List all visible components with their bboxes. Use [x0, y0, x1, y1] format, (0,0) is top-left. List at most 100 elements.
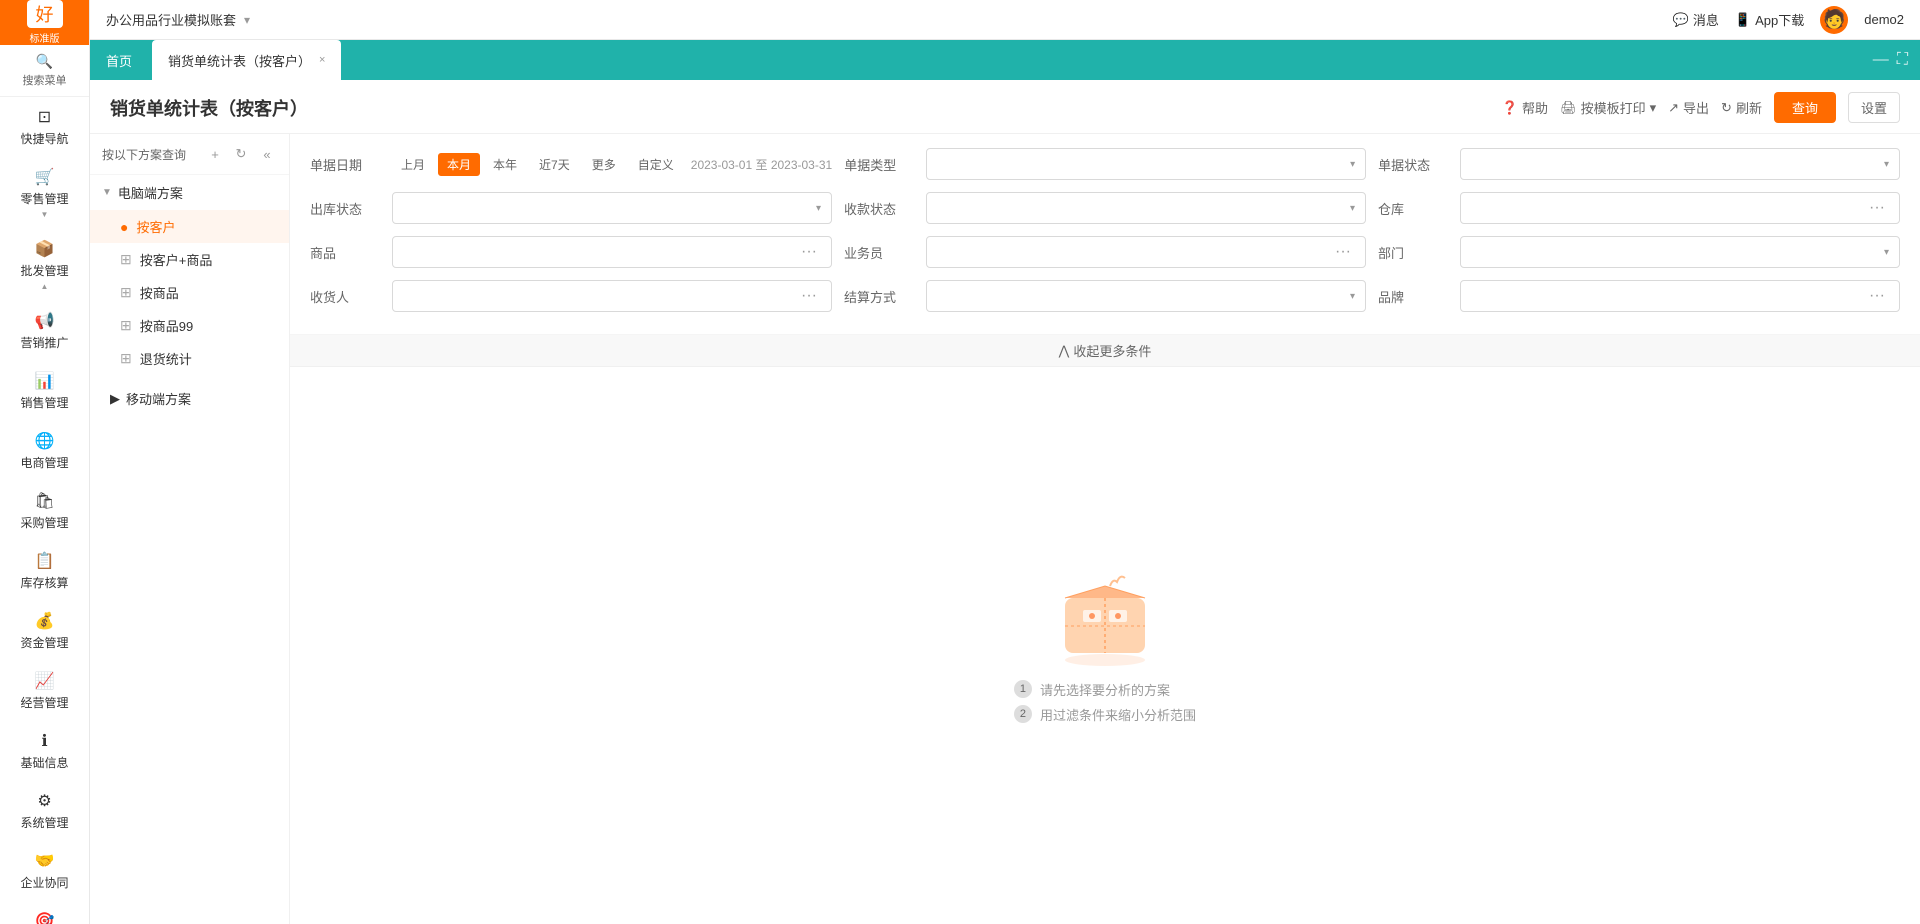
collapse-up-icon: ⋀ [1059, 343, 1070, 359]
sidebar-item-ecommerce[interactable]: 🌐 电商管理 [0, 421, 89, 481]
retail-arrow-icon: ▼ [41, 210, 49, 219]
sidebar-item-new-guide[interactable]: 🎯 新手引导 [0, 901, 89, 924]
tip-1-number: 1 [1014, 680, 1032, 698]
add-scheme-button[interactable]: + [205, 144, 225, 164]
sidebar-item-sales[interactable]: 📊 销售管理 [0, 361, 89, 421]
enterprise-label: 企业协同 [20, 874, 68, 891]
left-panel: 按以下方案查询 + ↻ « ▼ 电脑端方案 ● 按客户 [90, 134, 290, 924]
mobile-group-label: 移动端方案 [126, 389, 191, 408]
help-button[interactable]: ❓ 帮助 [1502, 98, 1548, 117]
bill-type-input[interactable]: ▾ [926, 148, 1366, 180]
export-icon: ↗ [1668, 100, 1679, 116]
collapse-bar[interactable]: ⋀ 收起更多条件 [290, 335, 1920, 367]
department-label: 部门 [1378, 243, 1448, 262]
empty-tip-1: 1 请先选择要分析的方案 [1014, 680, 1196, 699]
tip-2-text: 用过滤条件来缩小分析范围 [1040, 705, 1196, 724]
retail-icon: 🛒 [35, 167, 55, 187]
bill-status-input[interactable]: ▾ [1460, 148, 1900, 180]
empty-illustration [1045, 568, 1165, 668]
main-area: 办公用品行业模拟账套 ▾ 💬 消息 📱 App下载 🧑 demo2 首页 销货单… [90, 0, 1920, 924]
query-button[interactable]: 查询 [1774, 92, 1836, 123]
tab-close-icon[interactable]: × [319, 54, 325, 66]
template-print-button[interactable]: 🖨 按模板打印 ▾ [1560, 98, 1656, 117]
receiver-label: 收货人 [310, 287, 380, 306]
sidebar-item-quick-nav[interactable]: ⊡ 快捷导航 [0, 97, 89, 157]
by-goods-99-icon: ⊞ [120, 317, 132, 334]
salesperson-input[interactable]: ··· [926, 236, 1366, 268]
template-print-label: 按模板打印 [1581, 98, 1646, 117]
sidebar-item-basic-info[interactable]: ℹ 基础信息 [0, 721, 89, 781]
user-avatar[interactable]: 🧑 [1820, 6, 1848, 34]
sidebar-item-purchase[interactable]: 🛍 采购管理 [0, 481, 89, 541]
app-download-button[interactable]: 📱 App下载 [1735, 10, 1804, 29]
goods-input[interactable]: ··· [392, 236, 832, 268]
receiver-input[interactable]: ··· [392, 280, 832, 312]
message-icon: 💬 [1673, 12, 1689, 28]
date-btn-last-month[interactable]: 上月 [392, 153, 434, 176]
tabbar-maximize-icon[interactable]: ⛶ [1897, 51, 1908, 69]
purchase-icon: 🛍 [34, 491, 54, 511]
bill-type-label: 单据类型 [844, 155, 914, 174]
sidebar-item-operations[interactable]: 📈 经营管理 [0, 661, 89, 721]
desktop-group-header[interactable]: ▼ 电脑端方案 [90, 175, 289, 210]
sidebar-item-finance[interactable]: 💰 资金管理 [0, 601, 89, 661]
page-actions: ❓ 帮助 🖨 按模板打印 ▾ ↗ 导出 ↻ 刷新 查询 设置 [1502, 92, 1900, 123]
logo-icon: 好 [27, 0, 63, 28]
collect-status-arrow-icon: ▾ [1350, 203, 1355, 214]
refresh-scheme-button[interactable]: ↻ [231, 144, 251, 164]
sidebar-item-search[interactable]: 🔍 搜索菜单 [0, 45, 89, 97]
date-btn-custom[interactable]: 自定义 [629, 153, 683, 176]
refresh-button[interactable]: ↻ 刷新 [1721, 98, 1762, 117]
marketing-icon: 📢 [35, 311, 55, 331]
date-range-display: 2023-03-01 至 2023-03-31 [691, 156, 832, 173]
message-label: 消息 [1693, 10, 1719, 29]
receiver-dots-icon[interactable]: ··· [797, 287, 821, 305]
tab-home[interactable]: 首页 [90, 40, 148, 80]
settlement-label: 结算方式 [844, 287, 914, 306]
export-button[interactable]: ↗ 导出 [1668, 98, 1709, 117]
out-status-input[interactable]: ▾ [392, 192, 832, 224]
goods-dots-icon[interactable]: ··· [797, 243, 821, 261]
warehouse-dots-icon[interactable]: ··· [1865, 199, 1889, 217]
warehouse-input[interactable]: ··· [1460, 192, 1900, 224]
scheme-item-by-goods[interactable]: ⊞ 按商品 [90, 276, 289, 309]
message-button[interactable]: 💬 消息 [1673, 10, 1719, 29]
sidebar-item-wholesale[interactable]: 📦 批发管理 ▲ [0, 229, 89, 301]
sidebar-item-retail[interactable]: 🛒 零售管理 ▼ [0, 157, 89, 229]
tabbar-minimize-icon[interactable]: — [1873, 51, 1889, 69]
brand-dots-icon[interactable]: ··· [1865, 287, 1889, 305]
app-download-label: App下载 [1755, 10, 1804, 29]
date-btn-more[interactable]: 更多 [583, 153, 625, 176]
brand-input[interactable]: ··· [1460, 280, 1900, 312]
salesperson-dots-icon[interactable]: ··· [1331, 243, 1355, 261]
left-panel-title: 按以下方案查询 [102, 146, 199, 163]
app-logo[interactable]: 好 标准版 [0, 0, 90, 45]
sidebar-item-marketing[interactable]: 📢 营销推广 [0, 301, 89, 361]
tab-active[interactable]: 销货单统计表（按客户） × [152, 40, 341, 80]
settlement-input[interactable]: ▾ [926, 280, 1366, 312]
date-btn-last-7-days[interactable]: 近7天 [530, 153, 579, 176]
user-name[interactable]: demo2 [1864, 12, 1904, 27]
sidebar-item-system[interactable]: ⚙ 系统管理 [0, 781, 89, 841]
settings-button[interactable]: 设置 [1848, 92, 1900, 123]
empty-tip-2: 2 用过滤条件来缩小分析范围 [1014, 705, 1196, 724]
date-btn-current-year[interactable]: 本年 [484, 153, 526, 176]
inventory-icon: 📋 [35, 551, 55, 571]
sidebar-item-inventory[interactable]: 📋 库存核算 [0, 541, 89, 601]
scheme-item-by-customer[interactable]: ● 按客户 [90, 210, 289, 243]
sidebar-item-enterprise[interactable]: 🤝 企业协同 [0, 841, 89, 901]
mobile-group-header[interactable]: ▶ 移动端方案 [90, 383, 289, 414]
ecommerce-icon: 🌐 [35, 431, 55, 451]
scheme-item-return-stats[interactable]: ⊞ 退货统计 [90, 342, 289, 375]
date-btn-current-month[interactable]: 本月 [438, 153, 480, 176]
topbar: 办公用品行业模拟账套 ▾ 💬 消息 📱 App下载 🧑 demo2 [90, 0, 1920, 40]
collect-status-input[interactable]: ▾ [926, 192, 1366, 224]
operations-label: 经营管理 [20, 694, 68, 711]
department-input[interactable]: ▾ [1460, 236, 1900, 268]
scheme-item-by-goods-99[interactable]: ⊞ 按商品99 [90, 309, 289, 342]
topbar-dropdown-icon[interactable]: ▾ [244, 13, 250, 27]
filter-row-4: 收货人 ··· 结算方式 ▾ 品牌 [310, 280, 1900, 312]
by-goods-99-label: 按商品99 [140, 316, 193, 335]
collapse-panel-button[interactable]: « [257, 144, 277, 164]
scheme-item-by-customer-goods[interactable]: ⊞ 按客户+商品 [90, 243, 289, 276]
